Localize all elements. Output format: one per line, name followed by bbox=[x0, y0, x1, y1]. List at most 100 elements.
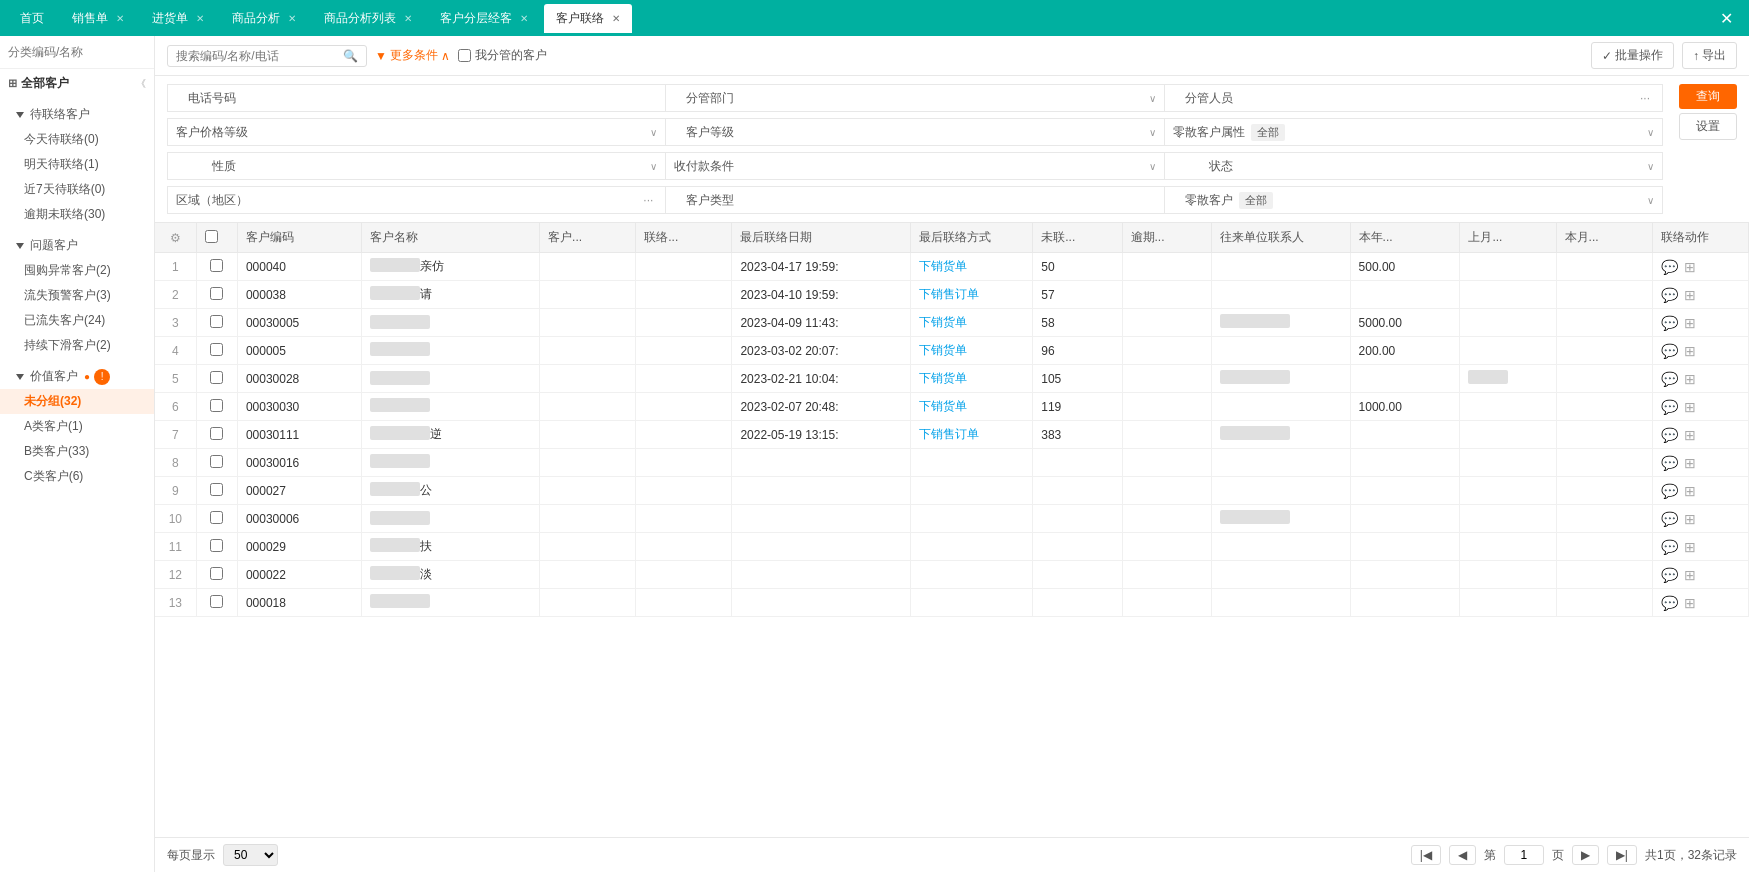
nav-home[interactable]: 首页 bbox=[8, 4, 56, 33]
grid-action-icon[interactable]: ⊞ bbox=[1684, 539, 1696, 555]
my-customers-checkbox[interactable] bbox=[458, 49, 471, 62]
row-checkbox[interactable] bbox=[210, 567, 223, 580]
contact-method-link[interactable]: 下销货单 bbox=[919, 371, 967, 385]
grid-action-icon[interactable]: ⊞ bbox=[1684, 259, 1696, 275]
last-page-btn[interactable]: ▶| bbox=[1607, 845, 1637, 865]
nav-tab-analysis-list-close[interactable]: ✕ bbox=[404, 13, 412, 24]
grid-action-icon[interactable]: ⊞ bbox=[1684, 371, 1696, 387]
sidebar-item-ungrouped[interactable]: 未分组(32) bbox=[0, 389, 154, 414]
settings-icon[interactable]: ⚙ bbox=[170, 231, 181, 245]
filter-nature-arrow[interactable]: ∨ bbox=[650, 161, 657, 172]
message-icon[interactable]: 💬 bbox=[1661, 595, 1678, 611]
message-icon[interactable]: 💬 bbox=[1661, 511, 1678, 527]
row-checkbox[interactable] bbox=[210, 259, 223, 272]
nav-tab-analysis[interactable]: 商品分析 ✕ bbox=[220, 4, 308, 33]
contact-method-link[interactable]: 下销货单 bbox=[919, 399, 967, 413]
toolbar-search-icon[interactable]: 🔍 bbox=[343, 49, 358, 63]
row-checkbox[interactable] bbox=[210, 287, 223, 300]
grid-action-icon[interactable]: ⊞ bbox=[1684, 287, 1696, 303]
nav-tab-sales[interactable]: 销售单 ✕ bbox=[60, 4, 136, 33]
nav-tab-sales-close[interactable]: ✕ bbox=[116, 13, 124, 24]
th-partner[interactable]: 往来单位联系人 bbox=[1211, 223, 1350, 253]
row-checkbox[interactable] bbox=[210, 399, 223, 412]
message-icon[interactable]: 💬 bbox=[1661, 287, 1678, 303]
sidebar-item-hoarding[interactable]: 囤购异常客户(2) bbox=[0, 258, 154, 283]
first-page-btn[interactable]: |◀ bbox=[1411, 845, 1441, 865]
export-button[interactable]: ↑ 导出 bbox=[1682, 42, 1737, 69]
th-uncontact[interactable]: 未联... bbox=[1033, 223, 1122, 253]
message-icon[interactable]: 💬 bbox=[1661, 315, 1678, 331]
th-overdue[interactable]: 逾期... bbox=[1122, 223, 1211, 253]
row-checkbox[interactable] bbox=[210, 595, 223, 608]
filter-manager-dots[interactable]: ··· bbox=[1636, 91, 1654, 105]
message-icon[interactable]: 💬 bbox=[1661, 483, 1678, 499]
all-customers-header[interactable]: ⊞ 全部客户 《 bbox=[0, 69, 154, 98]
filter-customer-level-arrow[interactable]: ∨ bbox=[1149, 127, 1156, 138]
row-checkbox[interactable] bbox=[210, 455, 223, 468]
grid-action-icon[interactable]: ⊞ bbox=[1684, 315, 1696, 331]
nav-tab-purchase-close[interactable]: ✕ bbox=[196, 13, 204, 24]
contact-method-link[interactable]: 下销售订单 bbox=[919, 427, 979, 441]
sidebar-item-class-b[interactable]: B类客户(33) bbox=[0, 439, 154, 464]
filter-scatter-customer-arrow[interactable]: ∨ bbox=[1647, 195, 1654, 206]
filter-phone-input[interactable] bbox=[242, 91, 657, 105]
sidebar-item-class-a[interactable]: A类客户(1) bbox=[0, 414, 154, 439]
message-icon[interactable]: 💬 bbox=[1661, 259, 1678, 275]
filter-dept-arrow[interactable]: ∨ bbox=[1149, 93, 1156, 104]
sidebar-item-class-c[interactable]: C类客户(6) bbox=[0, 464, 154, 489]
grid-action-icon[interactable]: ⊞ bbox=[1684, 483, 1696, 499]
sidebar-search-input[interactable] bbox=[8, 45, 155, 59]
message-icon[interactable]: 💬 bbox=[1661, 567, 1678, 583]
message-icon[interactable]: 💬 bbox=[1661, 539, 1678, 555]
row-checkbox[interactable] bbox=[210, 427, 223, 440]
message-icon[interactable]: 💬 bbox=[1661, 455, 1678, 471]
grid-action-icon[interactable]: ⊞ bbox=[1684, 343, 1696, 359]
toolbar-search-input[interactable] bbox=[176, 49, 339, 63]
nav-tab-analysis-close[interactable]: ✕ bbox=[288, 13, 296, 24]
prev-page-btn[interactable]: ◀ bbox=[1449, 845, 1476, 865]
contact-method-link[interactable]: 下销货单 bbox=[919, 315, 967, 329]
row-checkbox[interactable] bbox=[210, 371, 223, 384]
row-checkbox[interactable] bbox=[210, 483, 223, 496]
th-type[interactable]: 客户... bbox=[540, 223, 636, 253]
th-checkbox[interactable] bbox=[196, 223, 237, 253]
message-icon[interactable]: 💬 bbox=[1661, 343, 1678, 359]
page-size-select[interactable]: 50 100 200 bbox=[223, 844, 278, 866]
contact-method-link[interactable]: 下销售订单 bbox=[919, 287, 979, 301]
grid-action-icon[interactable]: ⊞ bbox=[1684, 427, 1696, 443]
sidebar-item-today[interactable]: 今天待联络(0) bbox=[0, 127, 154, 152]
nav-close-button[interactable]: ✕ bbox=[1712, 9, 1741, 28]
next-page-btn[interactable]: ▶ bbox=[1572, 845, 1599, 865]
th-last-contact-date[interactable]: 最后联络日期 bbox=[732, 223, 911, 253]
sidebar-item-overdue[interactable]: 逾期未联络(30) bbox=[0, 202, 154, 227]
th-settings[interactable]: ⚙ bbox=[155, 223, 196, 253]
waiting-section-header[interactable]: 待联络客户 bbox=[0, 102, 154, 127]
sidebar-item-churn-warning[interactable]: 流失预警客户(3) bbox=[0, 283, 154, 308]
row-checkbox[interactable] bbox=[210, 511, 223, 524]
row-checkbox[interactable] bbox=[210, 315, 223, 328]
filter-region-dots[interactable]: ··· bbox=[639, 193, 657, 207]
contact-method-link[interactable]: 下销货单 bbox=[919, 343, 967, 357]
th-code[interactable]: 客户编码 bbox=[237, 223, 361, 253]
query-button[interactable]: 查询 bbox=[1679, 84, 1737, 109]
filter-status-arrow[interactable]: ∨ bbox=[1647, 161, 1654, 172]
batch-ops-button[interactable]: ✓ 批量操作 bbox=[1591, 42, 1674, 69]
nav-tab-purchase[interactable]: 进货单 ✕ bbox=[140, 4, 216, 33]
contact-method-link[interactable]: 下销货单 bbox=[919, 259, 967, 273]
select-all-checkbox[interactable] bbox=[205, 230, 218, 243]
message-icon[interactable]: 💬 bbox=[1661, 371, 1678, 387]
grid-action-icon[interactable]: ⊞ bbox=[1684, 399, 1696, 415]
grid-action-icon[interactable]: ⊞ bbox=[1684, 455, 1696, 471]
more-conditions-btn[interactable]: ▼ 更多条件 ∧ bbox=[375, 47, 450, 64]
sidebar-item-7days[interactable]: 近7天待联络(0) bbox=[0, 177, 154, 202]
th-name[interactable]: 客户名称 bbox=[361, 223, 540, 253]
page-number-input[interactable] bbox=[1504, 845, 1544, 865]
sidebar-item-declining[interactable]: 持续下滑客户(2) bbox=[0, 333, 154, 358]
grid-action-icon[interactable]: ⊞ bbox=[1684, 567, 1696, 583]
sidebar-item-churned[interactable]: 已流失客户(24) bbox=[0, 308, 154, 333]
th-last-month[interactable]: 上月... bbox=[1460, 223, 1556, 253]
nav-tab-customer-tier-close[interactable]: ✕ bbox=[520, 13, 528, 24]
problem-section-header[interactable]: 问题客户 bbox=[0, 233, 154, 258]
nav-tab-customer-contact-close[interactable]: ✕ bbox=[612, 13, 620, 24]
th-last-contact-method[interactable]: 最后联络方式 bbox=[911, 223, 1033, 253]
